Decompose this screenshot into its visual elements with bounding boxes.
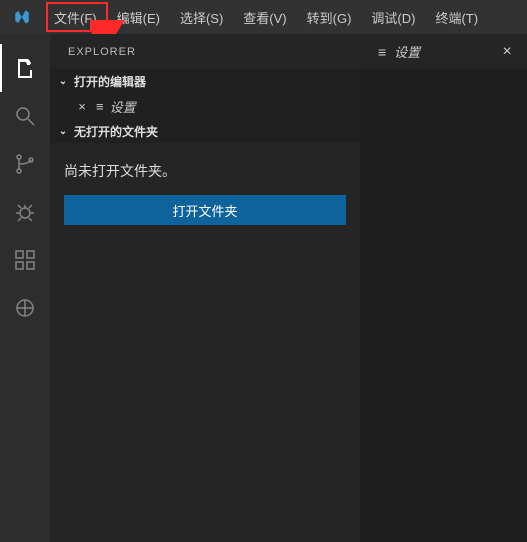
- menu-file[interactable]: 文件(F): [44, 0, 107, 34]
- menu-view[interactable]: 查看(V): [233, 0, 296, 34]
- search-icon: [13, 104, 37, 128]
- open-editor-label: 设置: [110, 97, 136, 116]
- settings-icon: ≡: [96, 99, 104, 114]
- activity-explorer[interactable]: [0, 44, 50, 92]
- no-folder-header[interactable]: ⌄ 无打开的文件夹: [50, 119, 360, 143]
- bug-icon: [13, 200, 37, 224]
- menu-debug[interactable]: 调试(D): [361, 0, 425, 34]
- menu-goto[interactable]: 转到(G): [297, 0, 362, 34]
- sidebar-title: EXPLORER: [50, 34, 360, 69]
- chevron-down-icon: ⌄: [56, 126, 70, 137]
- close-icon[interactable]: ×: [74, 99, 90, 114]
- menu-select[interactable]: 选择(S): [170, 0, 233, 34]
- menu-edit[interactable]: 编辑(E): [107, 0, 170, 34]
- tab-label: 设置: [394, 42, 420, 61]
- open-editors-section: ⌄ 打开的编辑器 × ≡ 设置 ⌄ 无打开的文件夹: [50, 69, 360, 143]
- circle-icon: [13, 296, 37, 320]
- open-editors-header[interactable]: ⌄ 打开的编辑器: [50, 69, 360, 93]
- extensions-icon: [13, 248, 37, 272]
- files-icon: [13, 56, 37, 80]
- no-folder-message: 尚未打开文件夹。: [64, 161, 346, 181]
- activity-bar: [0, 34, 50, 542]
- menu-bar: 文件(F) 编辑(E) 选择(S) 查看(V) 转到(G) 调试(D) 终端(T…: [44, 0, 488, 34]
- open-folder-button[interactable]: 打开文件夹: [64, 195, 346, 225]
- workbench: EXPLORER ⌄ 打开的编辑器 × ≡ 设置 ⌄ 无打开的文件夹 尚未打开文…: [0, 34, 527, 542]
- tab-bar: ≡ 设置 ×: [360, 34, 527, 69]
- open-editor-item[interactable]: × ≡ 设置: [50, 93, 360, 119]
- editor-area: ≡ 设置 ×: [360, 34, 527, 542]
- sidebar-body: 尚未打开文件夹。 打开文件夹: [50, 143, 360, 542]
- app-logo: [0, 0, 44, 34]
- vscode-icon: [13, 8, 31, 26]
- activity-search[interactable]: [0, 92, 50, 140]
- activity-remote[interactable]: [0, 284, 50, 332]
- branch-icon: [13, 152, 37, 176]
- menu-terminal[interactable]: 终端(T): [425, 0, 488, 34]
- no-folder-label: 无打开的文件夹: [74, 123, 158, 140]
- activity-extensions[interactable]: [0, 236, 50, 284]
- tab-close-button[interactable]: ×: [497, 42, 517, 62]
- activity-debug[interactable]: [0, 188, 50, 236]
- title-bar: 文件(F) 编辑(E) 选择(S) 查看(V) 转到(G) 调试(D) 终端(T…: [0, 0, 527, 34]
- settings-icon: ≡: [378, 44, 386, 60]
- activity-scm[interactable]: [0, 140, 50, 188]
- open-editors-label: 打开的编辑器: [74, 73, 146, 90]
- sidebar: EXPLORER ⌄ 打开的编辑器 × ≡ 设置 ⌄ 无打开的文件夹 尚未打开文…: [50, 34, 360, 542]
- tab-settings[interactable]: ≡ 设置: [370, 34, 428, 69]
- chevron-down-icon: ⌄: [56, 76, 70, 87]
